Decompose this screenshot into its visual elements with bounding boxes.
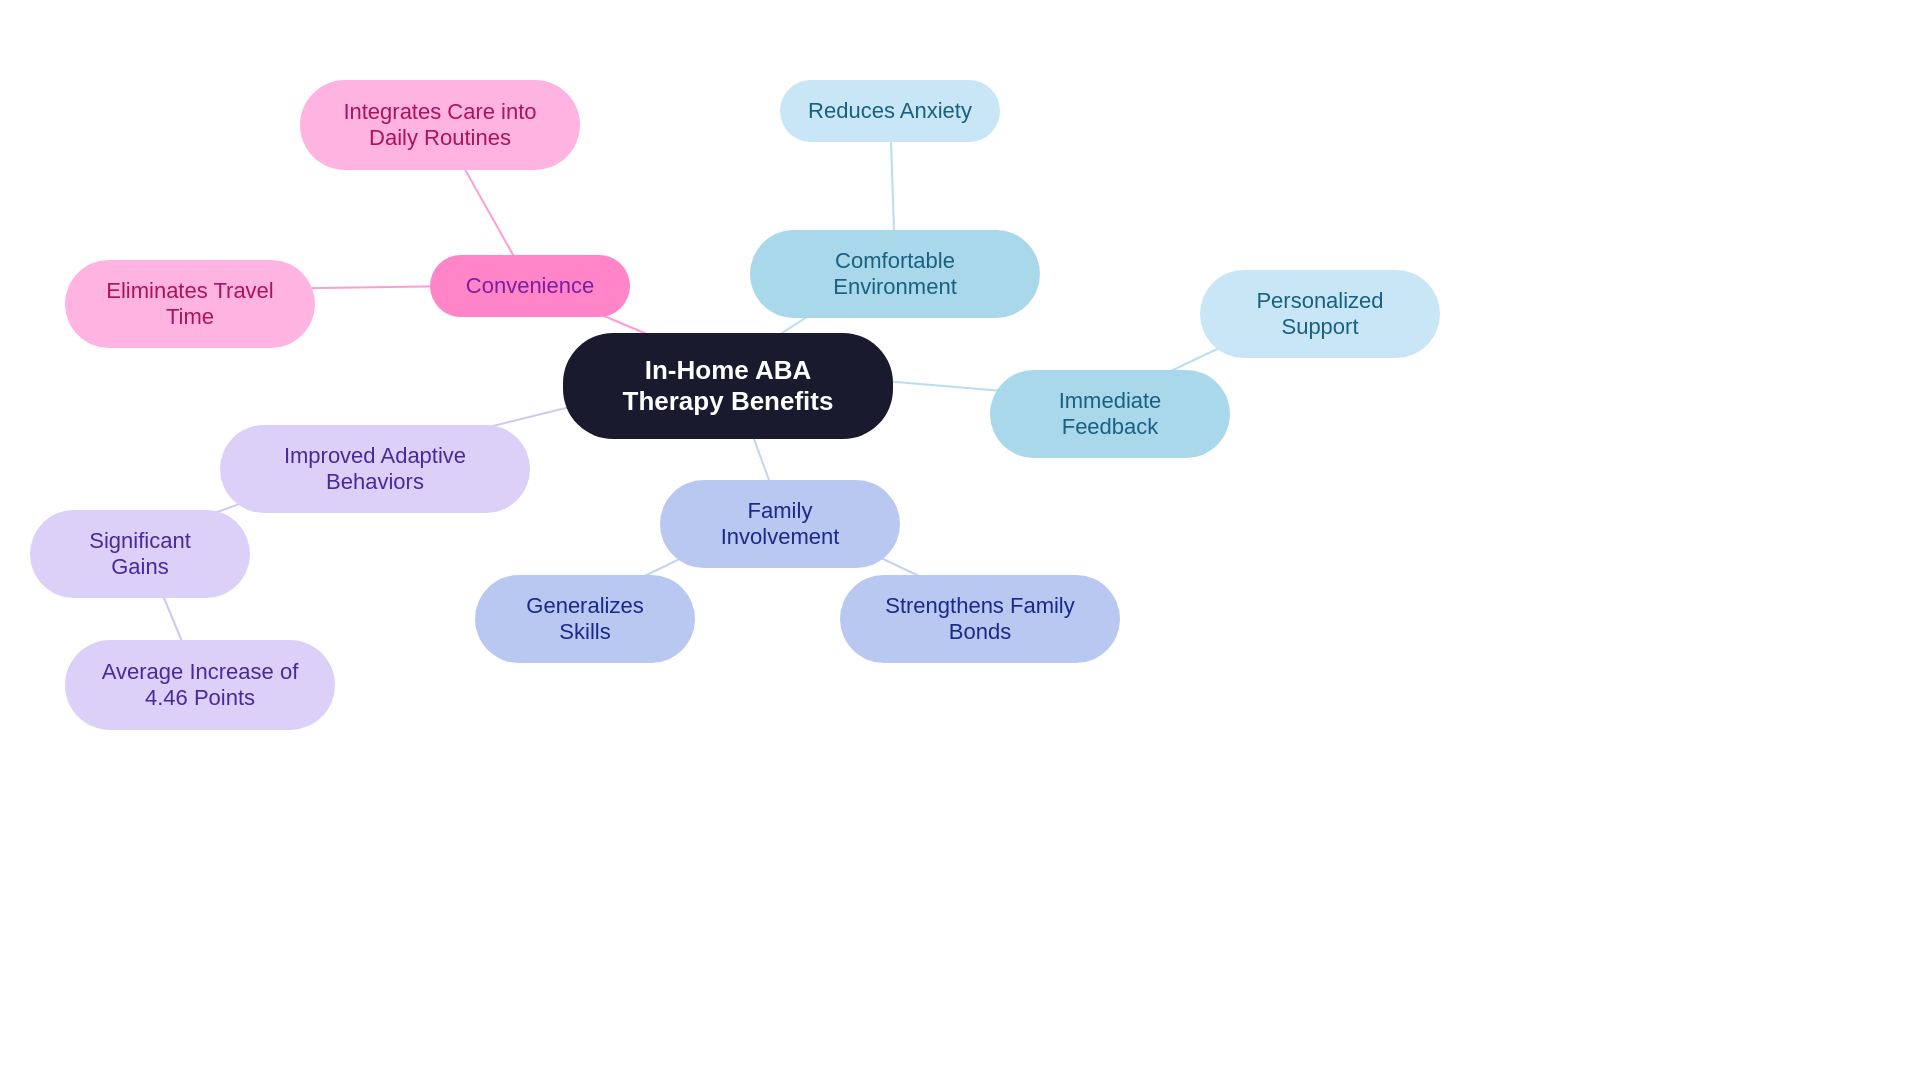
node-convenience: Convenience xyxy=(430,255,630,317)
node-integrates-care: Integrates Care into Daily Routines xyxy=(300,80,580,170)
node-reduces-anxiety: Reduces Anxiety xyxy=(780,80,1000,142)
node-improved-adaptive: Improved Adaptive Behaviors xyxy=(220,425,530,513)
node-significant-gains: Significant Gains xyxy=(30,510,250,598)
node-personalized-support: Personalized Support xyxy=(1200,270,1440,358)
node-eliminates-travel: Eliminates Travel Time xyxy=(65,260,315,348)
node-strengthens-bonds: Strengthens Family Bonds xyxy=(840,575,1120,663)
node-avg-increase: Average Increase of 4.46 Points xyxy=(65,640,335,730)
node-generalizes-skills: Generalizes Skills xyxy=(475,575,695,663)
node-comfortable-env: Comfortable Environment xyxy=(750,230,1040,318)
center-node: In-Home ABA Therapy Benefits xyxy=(563,333,893,439)
node-immediate-feedback: Immediate Feedback xyxy=(990,370,1230,458)
node-family-involvement: Family Involvement xyxy=(660,480,900,568)
